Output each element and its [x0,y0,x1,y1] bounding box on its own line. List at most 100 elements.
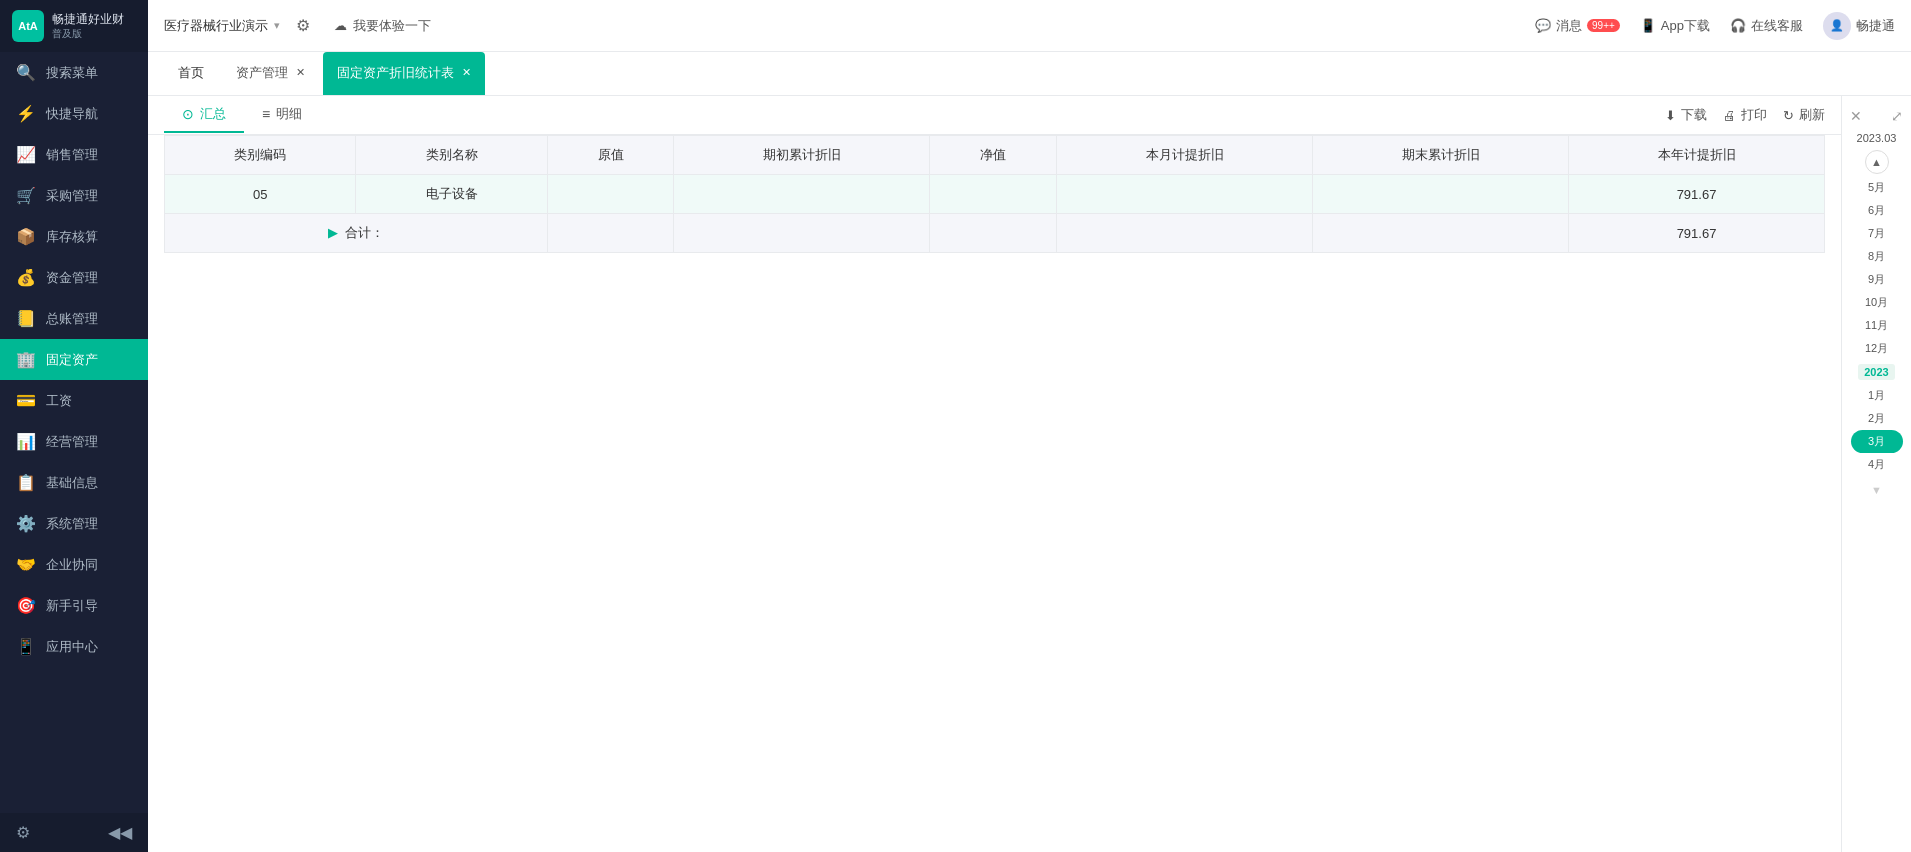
sidebar-item-label: 资金管理 [46,269,98,287]
detail-icon: ≡ [262,106,270,122]
ledger-icon: 📒 [16,309,36,328]
date-month-5[interactable]: 5月 [1851,176,1903,199]
date-month-12[interactable]: 12月 [1851,337,1903,360]
sidebar-item-operations[interactable]: 📊 经营管理 [0,421,148,462]
table-total-row: ▶ 合计： 791.67 [165,214,1825,253]
sidebar-item-salary[interactable]: 💳 工资 [0,380,148,421]
refresh-icon: ↻ [1783,108,1794,123]
date-month-6[interactable]: 6月 [1851,199,1903,222]
print-btn[interactable]: 🖨 打印 [1723,106,1767,124]
sidebar-item-ledger[interactable]: 📒 总账管理 [0,298,148,339]
next-year-btn[interactable]: ▼ [1865,478,1889,502]
col-header-code: 类别编码 [165,136,356,175]
sidebar-item-fixed-assets[interactable]: 🏢 固定资产 [0,339,148,380]
sidebar-item-label: 应用中心 [46,638,98,656]
sales-icon: 📈 [16,145,36,164]
sidebar-item-label: 库存核算 [46,228,98,246]
date-month-2[interactable]: 2月 [1851,407,1903,430]
collapse-icon[interactable]: ◀◀ [108,823,132,842]
subtab-summary[interactable]: ⊙ 汇总 [164,97,244,133]
refresh-btn[interactable]: ↻ 刷新 [1783,106,1825,124]
settings-icon[interactable]: ⚙ [16,823,30,842]
tab-home-label: 首页 [178,64,204,82]
download-btn-label: 下载 [1681,106,1707,124]
sidebar-item-finance[interactable]: 💰 资金管理 [0,257,148,298]
sidebar-item-label: 系统管理 [46,515,98,533]
sidebar-item-guide[interactable]: 🎯 新手引导 [0,585,148,626]
sidebar-item-purchase[interactable]: 🛒 采购管理 [0,175,148,216]
date-month-7[interactable]: 7月 [1851,222,1903,245]
content-main: ⊙ 汇总 ≡ 明细 ⬇ 下载 🖨 打印 [148,96,1841,852]
prev-year-btn[interactable]: ▲ [1865,150,1889,174]
date-month-1[interactable]: 1月 [1851,384,1903,407]
download-btn[interactable]: ⬇ 下载 [1665,106,1707,124]
company-selector[interactable]: 医疗器械行业演示 ▾ [164,17,280,35]
sidebar-item-inventory[interactable]: 📦 库存核算 [0,216,148,257]
tab-depreciation-report[interactable]: 固定资产折旧统计表 ✕ [323,52,485,95]
date-month-8[interactable]: 8月 [1851,245,1903,268]
sidebar-item-system[interactable]: ⚙️ 系统管理 [0,503,148,544]
sidebar-item-basic-info[interactable]: 📋 基础信息 [0,462,148,503]
app-title: 畅捷通好业财 [52,11,124,28]
finance-icon: 💰 [16,268,36,287]
customer-service-btn[interactable]: 🎧 在线客服 [1730,17,1803,35]
basic-info-icon: 📋 [16,473,36,492]
right-panel-expand-icon[interactable]: ⤢ [1891,108,1903,124]
company-settings-icon[interactable]: ⚙ [296,16,310,35]
cell-total-label: ▶ 合计： [165,214,548,253]
system-icon: ⚙️ [16,514,36,533]
cell-monthly-dep [1057,175,1313,214]
cell-total-monthly-dep [1057,214,1313,253]
avatar: 👤 [1823,12,1851,40]
date-month-9[interactable]: 9月 [1851,268,1903,291]
sidebar-item-sales[interactable]: 📈 销售管理 [0,134,148,175]
total-expand-icon[interactable]: ▶ [328,225,338,240]
close-asset-tab-icon[interactable]: ✕ [296,66,305,79]
user-profile[interactable]: 👤 畅捷通 [1823,12,1895,40]
sidebar-item-search[interactable]: 🔍 搜索菜单 [0,52,148,93]
app-center-icon: 📱 [16,637,36,656]
right-panel-close-icon[interactable]: ✕ [1850,108,1862,124]
date-month-3-active[interactable]: 3月 [1851,430,1903,453]
guide-icon: 🎯 [16,596,36,615]
cell-total-end-dep [1313,214,1569,253]
tab-asset-management[interactable]: 资产管理 ✕ [222,52,319,95]
date-month-11[interactable]: 11月 [1851,314,1903,337]
download-icon: 📱 [1640,18,1656,33]
sidebar-item-quick-nav[interactable]: ⚡ 快捷导航 [0,93,148,134]
close-depreciation-tab-icon[interactable]: ✕ [462,66,471,79]
inventory-icon: 📦 [16,227,36,246]
subtab-summary-label: 汇总 [200,105,226,123]
sidebar-item-collab[interactable]: 🤝 企业协同 [0,544,148,585]
download-btn-icon: ⬇ [1665,108,1676,123]
sidebar-footer: ⚙ ◀◀ [0,813,148,852]
sidebar-item-label: 工资 [46,392,72,410]
app-title-block: 畅捷通好业财 普及版 [52,11,124,42]
sidebar-item-label: 固定资产 [46,351,98,369]
col-header-name: 类别名称 [356,136,547,175]
sidebar-item-label: 搜索菜单 [46,64,98,82]
sidebar-item-label: 销售管理 [46,146,98,164]
operations-icon: 📊 [16,432,36,451]
download-label: App下载 [1661,17,1710,35]
notification-btn[interactable]: 💬 消息 99++ [1535,17,1620,35]
notification-label: 消息 [1556,17,1582,35]
sidebar-item-app-center[interactable]: 📱 应用中心 [0,626,148,667]
date-panel: ▲ 5月 6月 7月 8月 9月 10月 11月 12月 2023 1月 2月 … [1851,148,1903,504]
col-header-end-dep: 期末累计折旧 [1313,136,1569,175]
right-date-panel: ✕ ⤢ 2023.03 ▲ 5月 6月 7月 8月 9月 10月 11月 12月… [1841,96,1911,852]
sidebar-item-label: 经营管理 [46,433,98,451]
col-header-net: 净值 [930,136,1057,175]
date-month-4[interactable]: 4月 [1851,453,1903,476]
topbar: 医疗器械行业演示 ▾ ⚙ ☁ 我要体验一下 💬 消息 99++ 📱 App下载 … [148,0,1911,52]
subtab-detail[interactable]: ≡ 明细 [244,97,320,133]
subtab-detail-label: 明细 [276,105,302,123]
tab-home[interactable]: 首页 [164,52,218,95]
depreciation-table: 类别编码 类别名称 原值 期初累计折旧 净值 本月计提折旧 期末累计折旧 本年计… [164,135,1825,253]
tab-depreciation-label: 固定资产折旧统计表 [337,64,454,82]
app-download-btn[interactable]: 📱 App下载 [1640,17,1710,35]
print-btn-label: 打印 [1741,106,1767,124]
experience-btn[interactable]: ☁ 我要体验一下 [334,17,431,35]
sidebar-item-label: 企业协同 [46,556,98,574]
date-month-10[interactable]: 10月 [1851,291,1903,314]
